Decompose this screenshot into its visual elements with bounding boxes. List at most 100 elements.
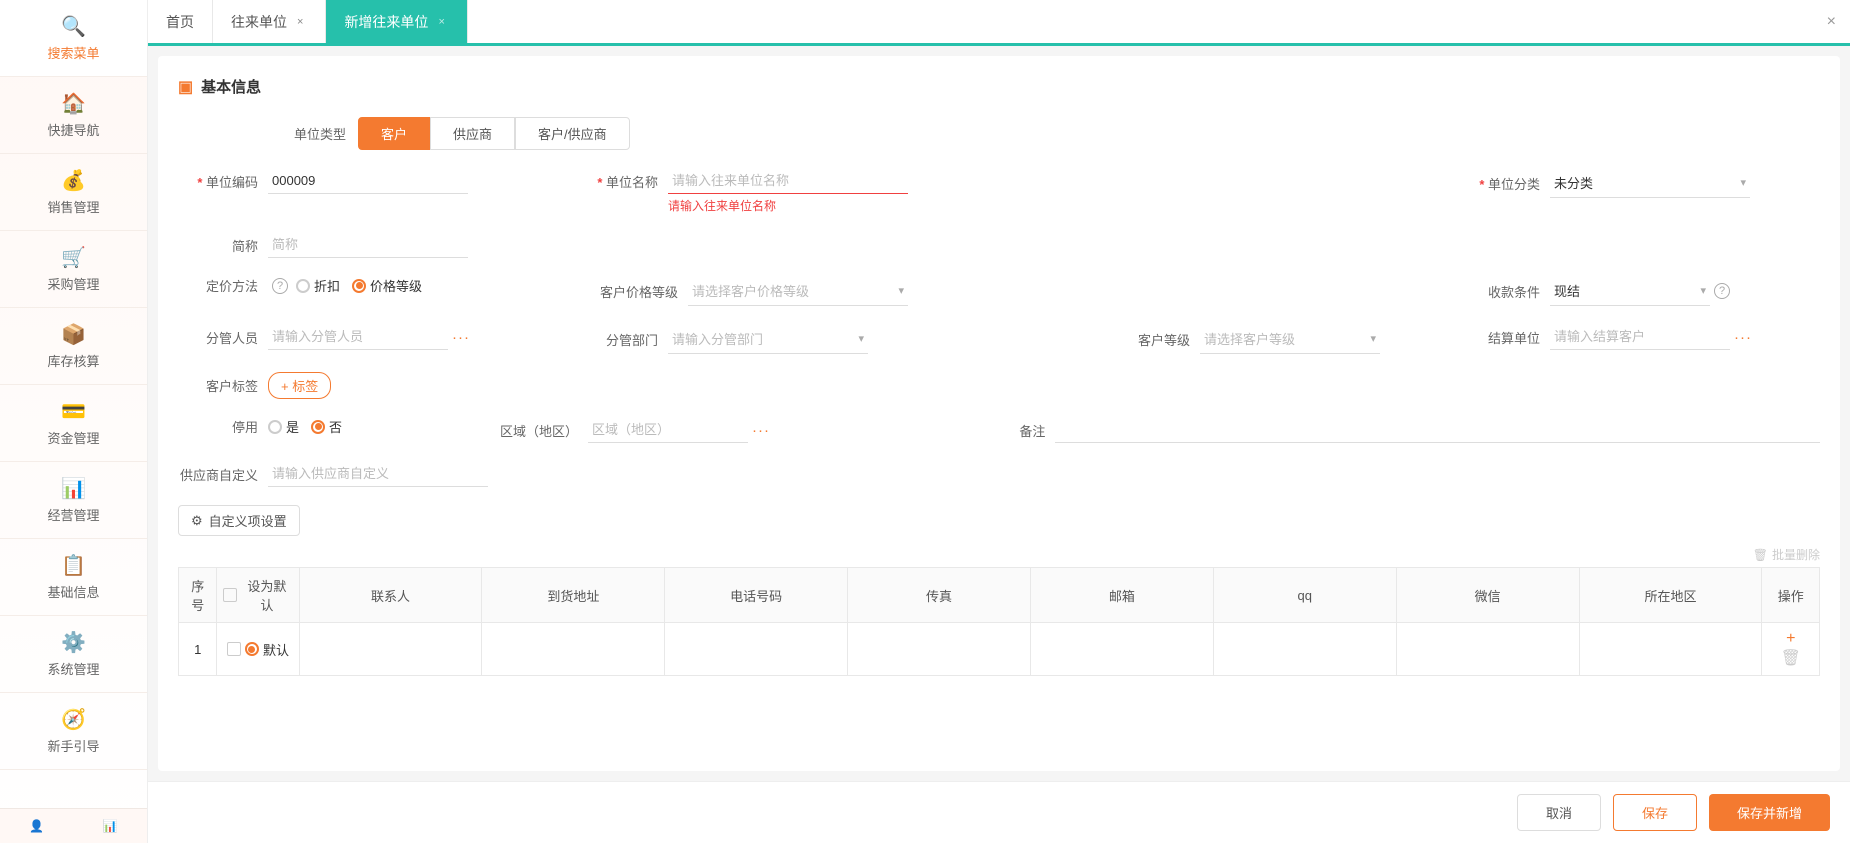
sidebar-item-basic-info[interactable]: 📋 基础信息 xyxy=(0,539,147,616)
customer-level-arrow: ▾ xyxy=(1370,332,1376,345)
payment-terms-select[interactable]: 现结 ▾ xyxy=(1550,276,1710,306)
row-checkbox[interactable] xyxy=(227,642,241,656)
custom-settings-button[interactable]: ⚙ 自定义项设置 xyxy=(178,505,300,536)
unit-type-customer-button[interactable]: 客户 xyxy=(358,117,430,150)
unit-name-label: 单位名称 xyxy=(578,172,668,191)
customer-price-level-placeholder: 请选择客户价格等级 xyxy=(692,281,809,300)
stop-use-radio-group: 是 否 xyxy=(268,417,342,436)
sidebar-item-guide-label: 新手引导 xyxy=(47,736,99,755)
sidebar-item-purchase[interactable]: 🛒 采购管理 xyxy=(0,231,147,308)
select-all-checkbox[interactable] xyxy=(223,588,237,602)
row-contact[interactable] xyxy=(299,623,482,676)
col-email: 邮箱 xyxy=(1030,568,1213,623)
col-seq: 序号 xyxy=(179,568,217,623)
row-phone[interactable] xyxy=(665,623,848,676)
sidebar-bottom-stats[interactable]: 📊 xyxy=(103,819,118,833)
row-wechat[interactable] xyxy=(1396,623,1579,676)
table-section: 🗑 批量删除 序号 设为默认 联系人 xyxy=(178,546,1820,676)
customer-price-level-select[interactable]: 请选择客户价格等级 ▾ xyxy=(688,276,908,306)
sidebar-item-sales[interactable]: 💰 销售管理 xyxy=(0,154,147,231)
cancel-button[interactable]: 取消 xyxy=(1517,794,1601,831)
row-phone-input[interactable] xyxy=(671,642,841,657)
sidebar-item-quick-nav[interactable]: 🏠 快捷导航 xyxy=(0,77,147,154)
form-row-basic: 单位编码 单位名称 请输入往来单位名称 单位分类 未分类 ▾ xyxy=(178,168,1820,214)
save-and-new-button[interactable]: 保存并新增 xyxy=(1709,794,1830,831)
sidebar-item-capital[interactable]: 💳 资金管理 xyxy=(0,385,147,462)
pricing-level-radio[interactable]: 价格等级 xyxy=(352,276,422,295)
supplier-custom-input[interactable] xyxy=(268,461,488,487)
unit-name-input[interactable] xyxy=(668,168,908,194)
row-default-radio[interactable]: 默认 xyxy=(245,640,289,659)
manager-input[interactable] xyxy=(268,324,448,350)
tab-bar: 首页 往来单位 × 新增往来单位 × × xyxy=(148,0,1850,46)
tab-contacts-close[interactable]: × xyxy=(293,14,307,30)
row-address[interactable] xyxy=(482,623,665,676)
department-select[interactable]: 请输入分管部门 ▾ xyxy=(668,324,868,354)
table-body: 1 默认 xyxy=(179,623,1820,676)
form-row-shortname: 简称 xyxy=(178,232,1820,258)
customer-level-select[interactable]: 请选择客户等级 ▾ xyxy=(1200,324,1380,354)
settlement-unit-input[interactable] xyxy=(1550,324,1730,350)
remark-input[interactable] xyxy=(1055,417,1820,443)
manager-field: 分管人员 ··· xyxy=(178,324,538,350)
row-qq-input[interactable] xyxy=(1220,642,1390,657)
tab-new-contact[interactable]: 新增往来单位 × xyxy=(326,0,467,43)
row-address-input[interactable] xyxy=(488,642,658,657)
stop-use-no-radio[interactable]: 否 xyxy=(311,417,342,436)
unit-category-select[interactable]: 未分类 ▾ xyxy=(1550,168,1750,198)
settlement-unit-more-button[interactable]: ··· xyxy=(1730,329,1756,346)
sidebar-item-search[interactable]: 🔍 搜索菜单 xyxy=(0,0,147,77)
manager-label: 分管人员 xyxy=(178,328,268,347)
unit-type-both-button[interactable]: 客户/供应商 xyxy=(515,117,630,150)
row-delete-button[interactable]: 🗑 xyxy=(1781,650,1801,667)
region-more-button[interactable]: ··· xyxy=(748,422,774,439)
payment-terms-value: 现结 xyxy=(1554,281,1580,300)
sales-icon: 💰 xyxy=(61,168,86,193)
pricing-radio-group: 折扣 价格等级 xyxy=(296,276,422,295)
save-button[interactable]: 保存 xyxy=(1613,794,1697,831)
row-district-input[interactable] xyxy=(1586,642,1756,657)
sidebar-item-guide[interactable]: 🧭 新手引导 xyxy=(0,693,147,770)
row-qq[interactable] xyxy=(1213,623,1396,676)
contacts-table: 序号 设为默认 联系人 到货地址 电话号码 传真 邮箱 xyxy=(178,567,1820,676)
capital-icon: 💳 xyxy=(61,399,86,424)
tab-home[interactable]: 首页 xyxy=(148,0,213,43)
sidebar-item-management[interactable]: 📊 经营管理 xyxy=(0,462,147,539)
customer-price-level-arrow: ▾ xyxy=(898,284,904,297)
row-fax-input[interactable] xyxy=(854,642,1024,657)
unit-name-field: 单位名称 xyxy=(578,168,1420,194)
tab-contacts[interactable]: 往来单位 × xyxy=(213,0,326,43)
sidebar-bottom-user[interactable]: 👤 xyxy=(29,819,44,833)
pricing-help-icon[interactable]: ? xyxy=(272,278,288,294)
manager-more-button[interactable]: ··· xyxy=(448,329,474,346)
sidebar-item-system[interactable]: ⚙️ 系统管理 xyxy=(0,616,147,693)
add-tag-button[interactable]: + 标签 xyxy=(268,372,331,399)
tab-new-contact-close[interactable]: × xyxy=(434,14,448,30)
payment-terms-arrow: ▾ xyxy=(1700,284,1706,297)
sidebar-item-inventory[interactable]: 📦 库存核算 xyxy=(0,308,147,385)
bottom-action-bar: 取消 保存 保存并新增 xyxy=(148,781,1850,843)
row-fax[interactable] xyxy=(848,623,1031,676)
row-add-button[interactable]: + xyxy=(1786,630,1795,647)
stop-use-no-label: 否 xyxy=(329,417,342,436)
stop-use-yes-radio[interactable]: 是 xyxy=(268,417,299,436)
pricing-discount-radio[interactable]: 折扣 xyxy=(296,276,340,295)
close-all-tabs-button[interactable]: × xyxy=(1813,0,1850,43)
row-contact-input[interactable] xyxy=(306,642,476,657)
sidebar-item-system-label: 系统管理 xyxy=(47,659,99,678)
sidebar-bottom: 👤 📊 xyxy=(0,808,147,843)
stats-icon: 📊 xyxy=(103,819,118,833)
short-name-input[interactable] xyxy=(268,232,468,258)
row-district[interactable] xyxy=(1579,623,1762,676)
row-email[interactable] xyxy=(1030,623,1213,676)
unit-type-supplier-button[interactable]: 供应商 xyxy=(430,117,515,150)
short-name-label: 简称 xyxy=(178,236,268,255)
table-header-row: 序号 设为默认 联系人 到货地址 电话号码 传真 邮箱 xyxy=(179,568,1820,623)
unit-name-wrap: 单位名称 请输入往来单位名称 xyxy=(578,168,1420,214)
row-email-input[interactable] xyxy=(1037,642,1207,657)
row-wechat-input[interactable] xyxy=(1403,642,1573,657)
pricing-method-label: 定价方法 xyxy=(178,276,268,295)
region-input[interactable] xyxy=(588,417,748,443)
unit-code-input[interactable] xyxy=(268,168,468,194)
payment-terms-help-icon[interactable]: ? xyxy=(1714,283,1730,299)
